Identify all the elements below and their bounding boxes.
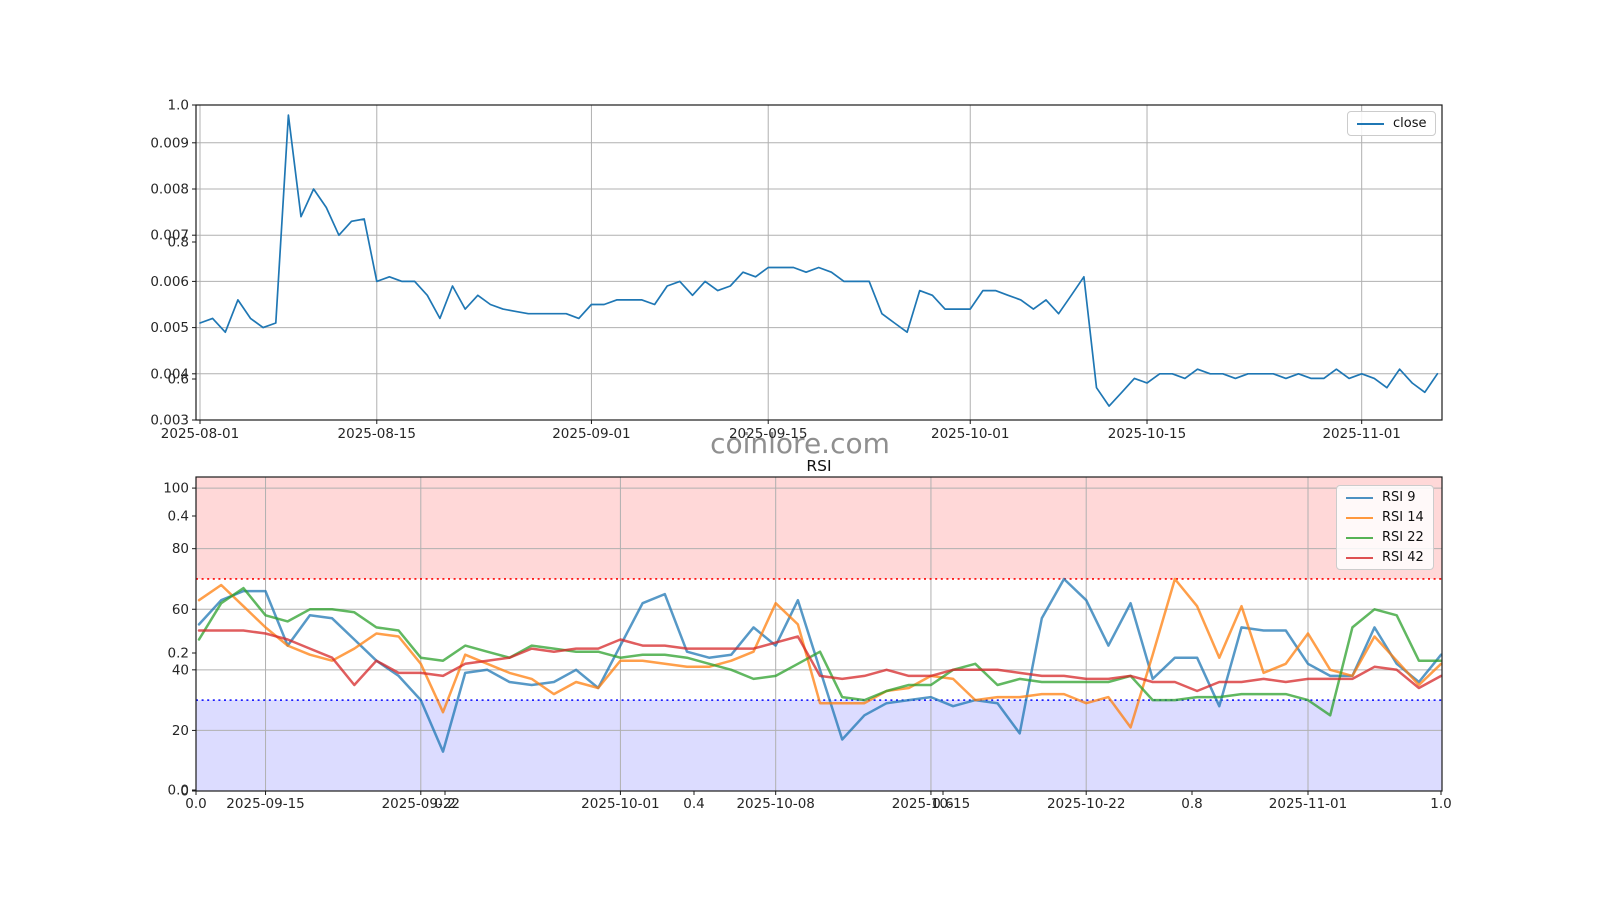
svg-text:0.006: 0.006 — [150, 274, 189, 290]
figure: coinlore.com RSI 2025-08-01 2025-08-15 202… — [0, 0, 1600, 900]
svg-text:0.6: 0.6 — [168, 372, 189, 388]
close-line-swatch — [1357, 122, 1384, 125]
svg-text:2025-10-01: 2025-10-01 — [581, 796, 659, 812]
svg-text:0.2: 0.2 — [168, 646, 189, 662]
svg-text:0.2: 0.2 — [434, 796, 455, 812]
svg-text:0.005: 0.005 — [150, 320, 189, 336]
svg-text:1.0: 1.0 — [168, 98, 189, 114]
svg-text:2025-11-01: 2025-11-01 — [1269, 796, 1347, 812]
svg-text:40: 40 — [172, 662, 189, 678]
legend-label-rsi42: RSI 42 — [1382, 550, 1424, 565]
legend-item-rsi22: RSI 22 — [1346, 530, 1424, 545]
svg-text:2025-10-15: 2025-10-15 — [1108, 426, 1186, 442]
svg-text:60: 60 — [172, 602, 189, 618]
svg-text:0.008: 0.008 — [150, 182, 189, 198]
svg-text:0.4: 0.4 — [168, 509, 189, 525]
svg-text:80: 80 — [172, 541, 189, 557]
legend-label-rsi22: RSI 22 — [1382, 530, 1424, 545]
rsi-chart-title: RSI — [806, 457, 831, 475]
svg-text:2025-10-08: 2025-10-08 — [736, 796, 814, 812]
rsi-chart: 2025-09-15 2025-09-22 2025-10-01 2025-10-08… — [163, 476, 1443, 812]
legend-item-rsi14: RSI 14 — [1346, 510, 1424, 525]
legend-item-rsi9: RSI 9 — [1346, 490, 1424, 505]
svg-text:0.4: 0.4 — [683, 796, 704, 812]
svg-text:2025-09-15: 2025-09-15 — [729, 426, 807, 442]
price-legend: close — [1347, 111, 1437, 136]
legend-label-rsi14: RSI 14 — [1382, 510, 1424, 525]
svg-text:2025-10-01: 2025-10-01 — [931, 426, 1009, 442]
svg-text:0.0: 0.0 — [185, 796, 206, 812]
price-chart: 2025-08-01 2025-08-15 2025-09-01 2025-09-15… — [150, 104, 1443, 442]
rsi9-line-swatch — [1346, 496, 1373, 499]
legend-item-close: close — [1357, 116, 1426, 131]
rsi14-line-swatch — [1346, 516, 1373, 519]
rsi42-line-swatch — [1346, 556, 1373, 559]
rsi-legend: RSI 9 RSI 14 RSI 22 RSI 42 — [1336, 485, 1434, 570]
legend-label-rsi9: RSI 9 — [1382, 490, 1416, 505]
svg-text:2025-10-22: 2025-10-22 — [1047, 796, 1125, 812]
legend-label-close: close — [1393, 116, 1427, 131]
svg-text:100: 100 — [163, 481, 189, 497]
legend-item-rsi42: RSI 42 — [1346, 550, 1424, 565]
svg-text:2025-10-15: 2025-10-15 — [892, 796, 970, 812]
svg-text:2025-09-01: 2025-09-01 — [552, 426, 630, 442]
svg-text:2025-08-15: 2025-08-15 — [338, 426, 416, 442]
svg-text:0.6: 0.6 — [932, 796, 953, 812]
svg-text:0.003: 0.003 — [150, 413, 189, 429]
svg-text:0.009: 0.009 — [150, 135, 189, 151]
svg-text:2025-11-01: 2025-11-01 — [1322, 426, 1400, 442]
svg-text:0.8: 0.8 — [1181, 796, 1202, 812]
svg-text:20: 20 — [172, 723, 189, 739]
svg-text:1.0: 1.0 — [1430, 796, 1451, 812]
svg-text:0.8: 0.8 — [168, 235, 189, 251]
rsi22-line-swatch — [1346, 536, 1373, 539]
svg-text:2025-09-15: 2025-09-15 — [226, 796, 304, 812]
